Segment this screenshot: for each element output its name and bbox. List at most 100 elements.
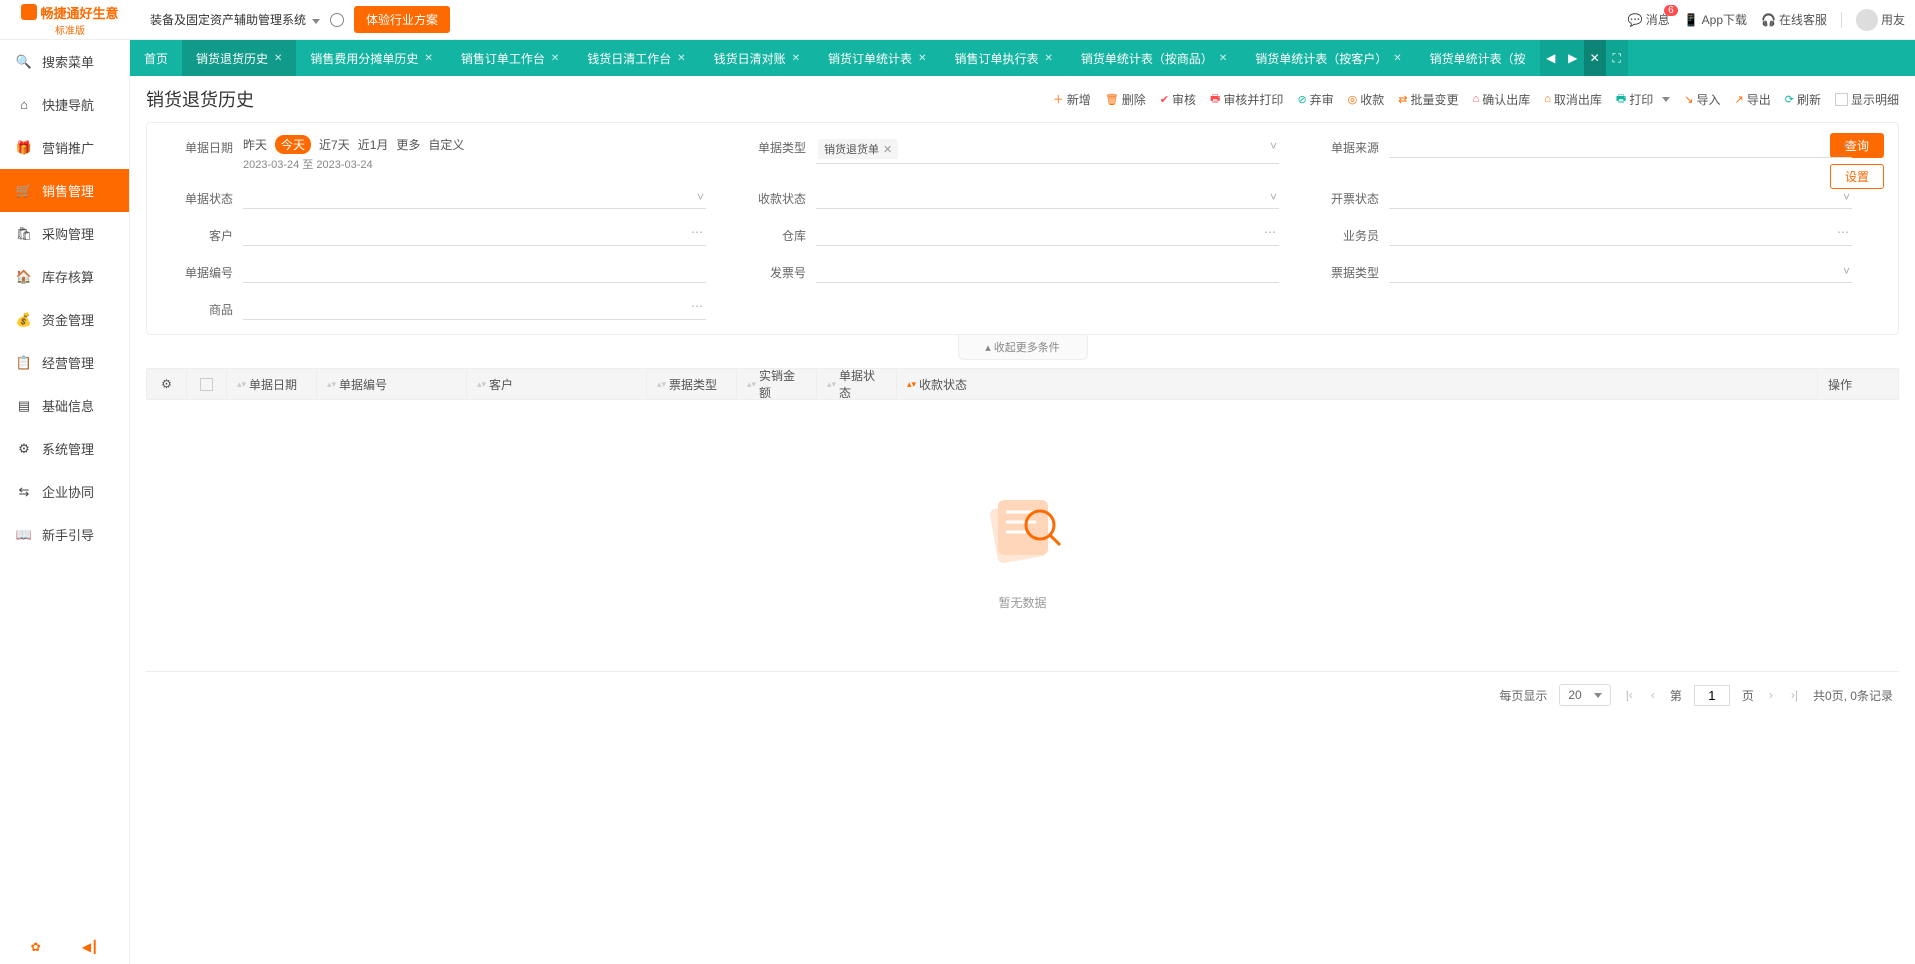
- close-icon[interactable]: ✕: [792, 53, 800, 64]
- date-opt-more[interactable]: 更多: [396, 136, 420, 153]
- chevron-down-icon[interactable]: ˅: [1270, 139, 1277, 153]
- sidebar-item-quicknav[interactable]: ⌂快捷导航: [0, 83, 129, 126]
- sidebar-item-operation[interactable]: 📋经营管理: [0, 341, 129, 384]
- collapse-filters[interactable]: ▴ 收起更多条件: [958, 335, 1088, 360]
- sidebar-item-system[interactable]: ⚙系统管理: [0, 427, 129, 470]
- chevron-down-icon[interactable]: ˅: [697, 190, 704, 204]
- chevron-down-icon[interactable]: ˅: [1843, 190, 1850, 204]
- doc-status-input[interactable]: [243, 186, 706, 209]
- col-tickettype[interactable]: ▴▾票据类型: [647, 369, 737, 399]
- sidebar-item-inventory[interactable]: 🏠库存核算: [0, 255, 129, 298]
- sidebar-item-marketing[interactable]: 🎁营销推广: [0, 126, 129, 169]
- tag-remove-icon[interactable]: ✕: [883, 143, 892, 156]
- pager-prev[interactable]: ‹: [1648, 688, 1658, 702]
- select-all-checkbox[interactable]: [187, 369, 227, 399]
- messages-link[interactable]: 💬消息 6: [1628, 11, 1670, 28]
- chevron-down-icon[interactable]: ˅: [1843, 264, 1850, 278]
- chevron-down-icon[interactable]: ˅: [1270, 190, 1277, 204]
- col-status[interactable]: ▴▾单据状态: [817, 369, 897, 399]
- tab-home[interactable]: 首页: [130, 40, 182, 76]
- gear-icon[interactable]: [330, 13, 344, 27]
- date-opt-7d[interactable]: 近7天: [319, 136, 350, 153]
- close-icon[interactable]: ✕: [1219, 53, 1227, 64]
- lookup-icon[interactable]: ⋯: [1837, 225, 1850, 239]
- sidebar-settings-icon[interactable]: ✿: [31, 940, 41, 954]
- chevron-down-icon[interactable]: ˅: [1843, 139, 1850, 153]
- sidebar-item-sales[interactable]: 🛒销售管理: [0, 169, 129, 212]
- invoice-no-input[interactable]: [816, 260, 1279, 283]
- toolbar-unaudit[interactable]: ⊘弃审: [1297, 91, 1333, 108]
- toolbar-import[interactable]: ↘导入: [1684, 91, 1720, 108]
- tab-expense-history[interactable]: 销售费用分摊单历史✕: [296, 40, 446, 76]
- toolbar-refresh[interactable]: ⟳刷新: [1785, 91, 1821, 108]
- toolbar-batch[interactable]: ⇄批量变更: [1398, 91, 1458, 108]
- tab-return-history[interactable]: 销货退货历史✕: [182, 40, 296, 76]
- app-download-link[interactable]: 📱App下载: [1684, 11, 1747, 28]
- tab-stats-cut[interactable]: 销货单统计表（按: [1416, 40, 1540, 76]
- sidebar-collapse-icon[interactable]: ◀┃: [82, 940, 98, 954]
- checkbox-icon[interactable]: [1835, 93, 1848, 106]
- sidebar-item-search[interactable]: 🔍搜索菜单: [0, 40, 129, 83]
- close-icon[interactable]: ✕: [1393, 53, 1401, 64]
- toolbar-receipt[interactable]: ◎收款: [1348, 91, 1385, 108]
- lookup-icon[interactable]: ⋯: [691, 225, 704, 239]
- tab-stats-product[interactable]: 销货单统计表（按商品）✕: [1067, 40, 1241, 76]
- tab-scroll-left[interactable]: ◀: [1540, 40, 1562, 76]
- customer-input[interactable]: [243, 223, 706, 246]
- toolbar-print[interactable]: 🖶打印: [1616, 90, 1670, 109]
- sidebar-item-collab[interactable]: ⇆企业协同: [0, 470, 129, 513]
- toolbar-audit[interactable]: ✔审核: [1160, 91, 1196, 108]
- date-opt-1m[interactable]: 近1月: [358, 136, 389, 153]
- lookup-icon[interactable]: ⋯: [1264, 225, 1277, 239]
- close-icon[interactable]: ✕: [274, 53, 282, 64]
- doc-type-input[interactable]: 销货退货单✕: [816, 135, 1279, 164]
- date-opt-custom[interactable]: 自定义: [428, 136, 464, 153]
- sidebar-item-purchase[interactable]: 🛍采购管理: [0, 212, 129, 255]
- date-opt-yesterday[interactable]: 昨天: [243, 136, 267, 153]
- pager-next[interactable]: ›: [1766, 688, 1776, 702]
- toolbar-cancel-out[interactable]: ⌂取消出库: [1544, 91, 1602, 108]
- sidebar-item-funds[interactable]: 💰资金管理: [0, 298, 129, 341]
- sidebar-item-guide[interactable]: 📖新手引导: [0, 513, 129, 556]
- toolbar-delete[interactable]: 🗑删除: [1105, 91, 1146, 108]
- doc-no-input[interactable]: [243, 260, 706, 283]
- sidebar-item-basicinfo[interactable]: ▤基础信息: [0, 384, 129, 427]
- online-service-link[interactable]: 🎧在线客服: [1761, 11, 1827, 28]
- user-menu[interactable]: 用友: [1856, 9, 1905, 31]
- close-icon[interactable]: ✕: [918, 53, 926, 64]
- date-opt-today[interactable]: 今天: [275, 135, 311, 154]
- tab-stats-customer[interactable]: 销货单统计表（按客户）✕: [1241, 40, 1415, 76]
- page-size-select[interactable]: 20: [1559, 684, 1610, 706]
- close-icon[interactable]: ✕: [1044, 53, 1052, 64]
- col-docno[interactable]: ▴▾单据编号: [317, 369, 467, 399]
- tab-order-stats[interactable]: 销货订单统计表✕: [814, 40, 940, 76]
- col-date[interactable]: ▴▾单据日期: [227, 369, 317, 399]
- trial-button[interactable]: 体验行业方案: [354, 6, 450, 33]
- product-input[interactable]: [243, 297, 706, 320]
- col-amount[interactable]: ▴▾实销金额: [737, 369, 817, 399]
- close-icon[interactable]: ✕: [677, 53, 685, 64]
- pager-first[interactable]: |‹: [1623, 688, 1636, 702]
- tab-fullscreen[interactable]: ⛶: [1606, 40, 1628, 76]
- page-input[interactable]: [1694, 685, 1730, 706]
- toolbar-confirm-out[interactable]: ⌂确认出库: [1473, 91, 1531, 108]
- system-selector[interactable]: 装备及固定资产辅助管理系统: [150, 11, 320, 28]
- toolbar-export[interactable]: ↗导出: [1735, 91, 1771, 108]
- col-receipt[interactable]: ▴▾收款状态: [897, 369, 1818, 399]
- ticket-type-input[interactable]: [1389, 260, 1852, 283]
- invoice-status-input[interactable]: [1389, 186, 1852, 209]
- show-detail-toggle[interactable]: 显示明细: [1835, 91, 1899, 108]
- salesman-input[interactable]: [1389, 223, 1852, 246]
- doc-source-input[interactable]: [1389, 135, 1852, 158]
- receipt-status-input[interactable]: [816, 186, 1279, 209]
- lookup-icon[interactable]: ⋯: [691, 299, 704, 313]
- toolbar-add[interactable]: ＋新增: [1053, 91, 1091, 108]
- tab-daily-workbench[interactable]: 钱货日清工作台✕: [573, 40, 699, 76]
- table-settings-button[interactable]: ⚙: [147, 369, 187, 399]
- toolbar-audit-print[interactable]: 🖶审核并打印: [1210, 90, 1283, 109]
- tab-daily-recon[interactable]: 钱货日清对账✕: [700, 40, 814, 76]
- tab-order-exec[interactable]: 销售订单执行表✕: [940, 40, 1066, 76]
- tab-order-workbench[interactable]: 销售订单工作台✕: [447, 40, 573, 76]
- tab-scroll-right[interactable]: ▶: [1562, 40, 1584, 76]
- close-icon[interactable]: ✕: [424, 53, 432, 64]
